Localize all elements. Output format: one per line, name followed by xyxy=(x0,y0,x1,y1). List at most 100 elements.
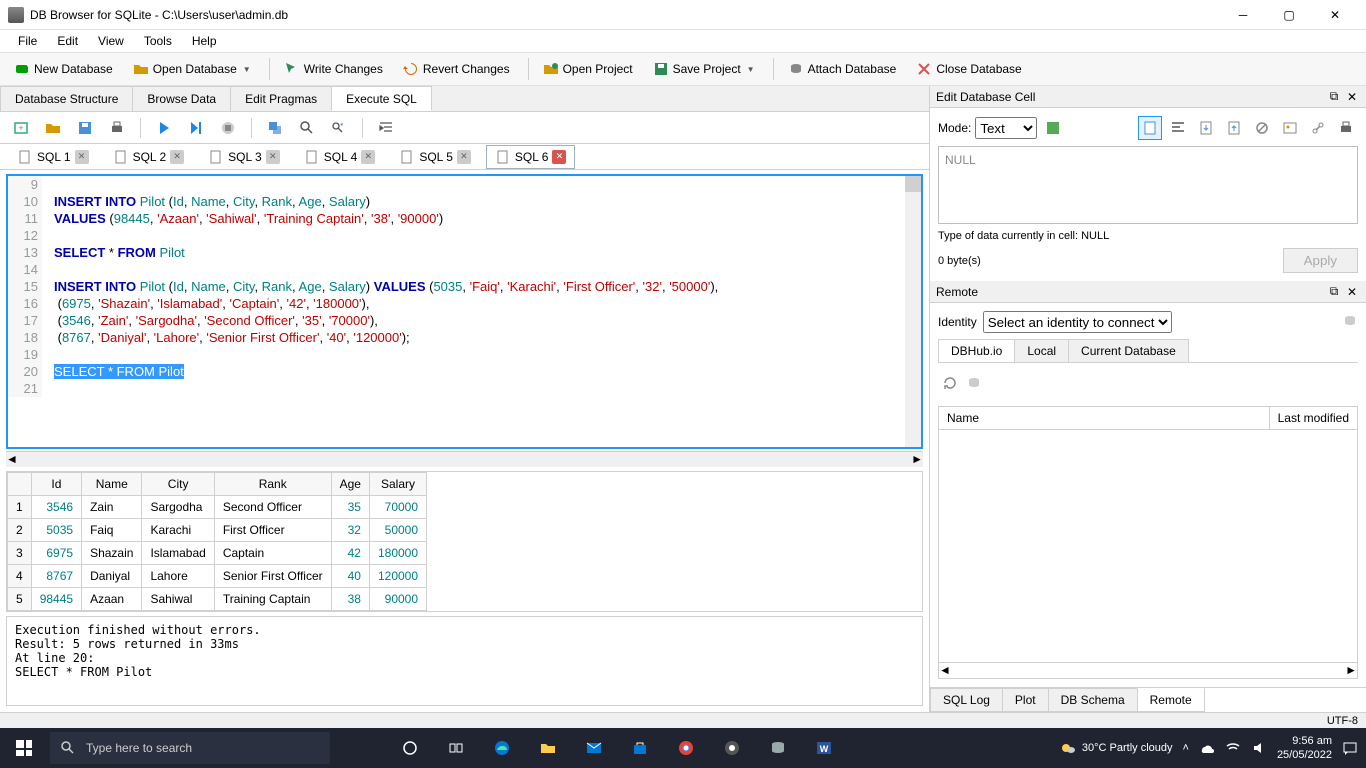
maximize-button[interactable]: ▢ xyxy=(1266,0,1312,30)
sql-tab-6[interactable]: SQL 6✕ xyxy=(486,145,576,169)
execution-log[interactable]: Execution finished without errors. Resul… xyxy=(6,616,923,706)
remote-tab-current[interactable]: Current Database xyxy=(1068,339,1189,362)
new-tab-button[interactable]: + xyxy=(8,115,34,141)
find-replace-button[interactable] xyxy=(326,115,352,141)
word-icon[interactable]: W xyxy=(804,728,844,768)
sql-tab-3[interactable]: SQL 3✕ xyxy=(199,145,289,169)
null-button[interactable] xyxy=(1250,116,1274,140)
tray-chevron-icon[interactable]: ˄ xyxy=(1183,742,1189,754)
table-row[interactable]: 25035FaiqKarachiFirst Officer3250000 xyxy=(8,519,427,542)
tab-close-icon[interactable]: ✕ xyxy=(552,150,566,164)
save-results-button[interactable] xyxy=(262,115,288,141)
col-age[interactable]: Age xyxy=(331,473,369,496)
remote-scrollbar[interactable]: ◄► xyxy=(939,662,1357,678)
store-icon[interactable] xyxy=(620,728,660,768)
menu-tools[interactable]: Tools xyxy=(134,32,182,50)
col-id[interactable]: Id xyxy=(31,473,81,496)
bottom-tab-dbschema[interactable]: DB Schema xyxy=(1048,688,1138,712)
find-button[interactable] xyxy=(294,115,320,141)
tab-close-icon[interactable]: ✕ xyxy=(457,150,471,164)
open-external-button[interactable] xyxy=(1306,116,1330,140)
text-mode-button[interactable] xyxy=(1138,116,1162,140)
weather-widget[interactable]: 30°C Partly cloudy xyxy=(1060,740,1173,756)
indent-button[interactable] xyxy=(373,115,399,141)
tab-close-icon[interactable]: ✕ xyxy=(266,150,280,164)
remote-file-list[interactable]: Name Last modified ◄► xyxy=(938,406,1358,679)
start-button[interactable] xyxy=(0,728,48,768)
mail-icon[interactable] xyxy=(574,728,614,768)
tab-close-icon[interactable]: ✕ xyxy=(170,150,184,164)
vertical-scrollbar[interactable] xyxy=(905,176,921,447)
panel-close-icon[interactable]: ✕ xyxy=(1344,284,1360,300)
rtl-button[interactable] xyxy=(1166,116,1190,140)
menu-file[interactable]: File xyxy=(8,32,47,50)
bottom-tab-plot[interactable]: Plot xyxy=(1002,688,1049,712)
run-line-button[interactable] xyxy=(183,115,209,141)
menu-view[interactable]: View xyxy=(88,32,134,50)
panel-close-icon[interactable]: ✕ xyxy=(1344,89,1360,105)
sql-tab-4[interactable]: SQL 4✕ xyxy=(295,145,385,169)
erase-button[interactable] xyxy=(1278,116,1302,140)
undock-icon[interactable]: ⧉ xyxy=(1326,89,1342,105)
table-row[interactable]: 48767DaniyalLahoreSenior First Officer40… xyxy=(8,565,427,588)
table-row[interactable]: 13546ZainSargodhaSecond Officer3570000 xyxy=(8,496,427,519)
bottom-tab-sqllog[interactable]: SQL Log xyxy=(930,688,1003,712)
wifi-icon[interactable] xyxy=(1225,740,1241,756)
col-city[interactable]: City xyxy=(142,473,214,496)
tab-browse-data[interactable]: Browse Data xyxy=(132,86,231,111)
volume-icon[interactable] xyxy=(1251,740,1267,756)
open-project-button[interactable]: Open Project xyxy=(535,58,641,80)
chevron-down-icon[interactable]: ▼ xyxy=(243,65,251,74)
col-name[interactable]: Name xyxy=(82,473,142,496)
undock-icon[interactable]: ⧉ xyxy=(1326,284,1342,300)
sql-tab-5[interactable]: SQL 5✕ xyxy=(390,145,480,169)
run-button[interactable] xyxy=(151,115,177,141)
close-database-button[interactable]: Close Database xyxy=(908,58,1029,80)
tab-db-structure[interactable]: Database Structure xyxy=(0,86,133,111)
tab-edit-pragmas[interactable]: Edit Pragmas xyxy=(230,86,332,111)
cortana-icon[interactable] xyxy=(390,728,430,768)
bottom-tab-remote[interactable]: Remote xyxy=(1137,688,1205,712)
col-rank[interactable]: Rank xyxy=(214,473,331,496)
col-name[interactable]: Name xyxy=(939,407,1270,429)
open-database-button[interactable]: Open Database▼ xyxy=(125,58,259,80)
tab-execute-sql[interactable]: Execute SQL xyxy=(331,86,432,111)
cell-value-box[interactable]: NULL xyxy=(938,146,1358,224)
edge-icon[interactable] xyxy=(482,728,522,768)
clone-button[interactable] xyxy=(966,375,982,394)
clock[interactable]: 9:56 am25/05/2022 xyxy=(1277,734,1332,762)
taskview-icon[interactable] xyxy=(436,728,476,768)
tab-close-icon[interactable]: ✕ xyxy=(75,150,89,164)
taskbar-search[interactable]: Type here to search xyxy=(50,732,330,764)
revert-changes-button[interactable]: Revert Changes xyxy=(395,58,518,80)
close-button[interactable]: ✕ xyxy=(1312,0,1358,30)
write-changes-button[interactable]: Write Changes xyxy=(276,58,391,80)
stop-button[interactable] xyxy=(215,115,241,141)
sql-editor[interactable]: 9101112131415161718192021 INSERT INTO Pi… xyxy=(6,174,923,449)
mode-select[interactable]: Text xyxy=(975,117,1037,139)
col-rownum[interactable] xyxy=(8,473,32,496)
results-grid[interactable]: Id Name City Rank Age Salary 13546ZainSa… xyxy=(6,471,923,612)
save-project-button[interactable]: Save Project▼ xyxy=(645,58,763,80)
chrome-icon[interactable] xyxy=(666,728,706,768)
open-sql-button[interactable] xyxy=(40,115,66,141)
table-row[interactable]: 36975ShazainIslamabadCaptain42180000 xyxy=(8,542,427,565)
refresh-button[interactable] xyxy=(942,375,958,394)
code-area[interactable]: INSERT INTO Pilot (Id, Name, City, Rank,… xyxy=(44,176,921,447)
print-button[interactable] xyxy=(104,115,130,141)
explorer-icon[interactable] xyxy=(528,728,568,768)
remote-tab-local[interactable]: Local xyxy=(1014,339,1069,362)
save-sql-button[interactable] xyxy=(72,115,98,141)
onedrive-icon[interactable] xyxy=(1199,740,1215,756)
new-database-button[interactable]: +New Database xyxy=(6,58,121,80)
sql-tab-2[interactable]: SQL 2✕ xyxy=(104,145,194,169)
chevron-down-icon[interactable]: ▼ xyxy=(747,65,755,74)
col-salary[interactable]: Salary xyxy=(369,473,426,496)
horizontal-scrollbar[interactable]: ◄► xyxy=(6,451,923,467)
minimize-button[interactable]: ─ xyxy=(1220,0,1266,30)
print-cell-button[interactable] xyxy=(1334,116,1358,140)
sqlite-icon[interactable] xyxy=(758,728,798,768)
settings-icon[interactable] xyxy=(712,728,752,768)
notifications-icon[interactable] xyxy=(1342,740,1358,756)
tab-close-icon[interactable]: ✕ xyxy=(361,150,375,164)
